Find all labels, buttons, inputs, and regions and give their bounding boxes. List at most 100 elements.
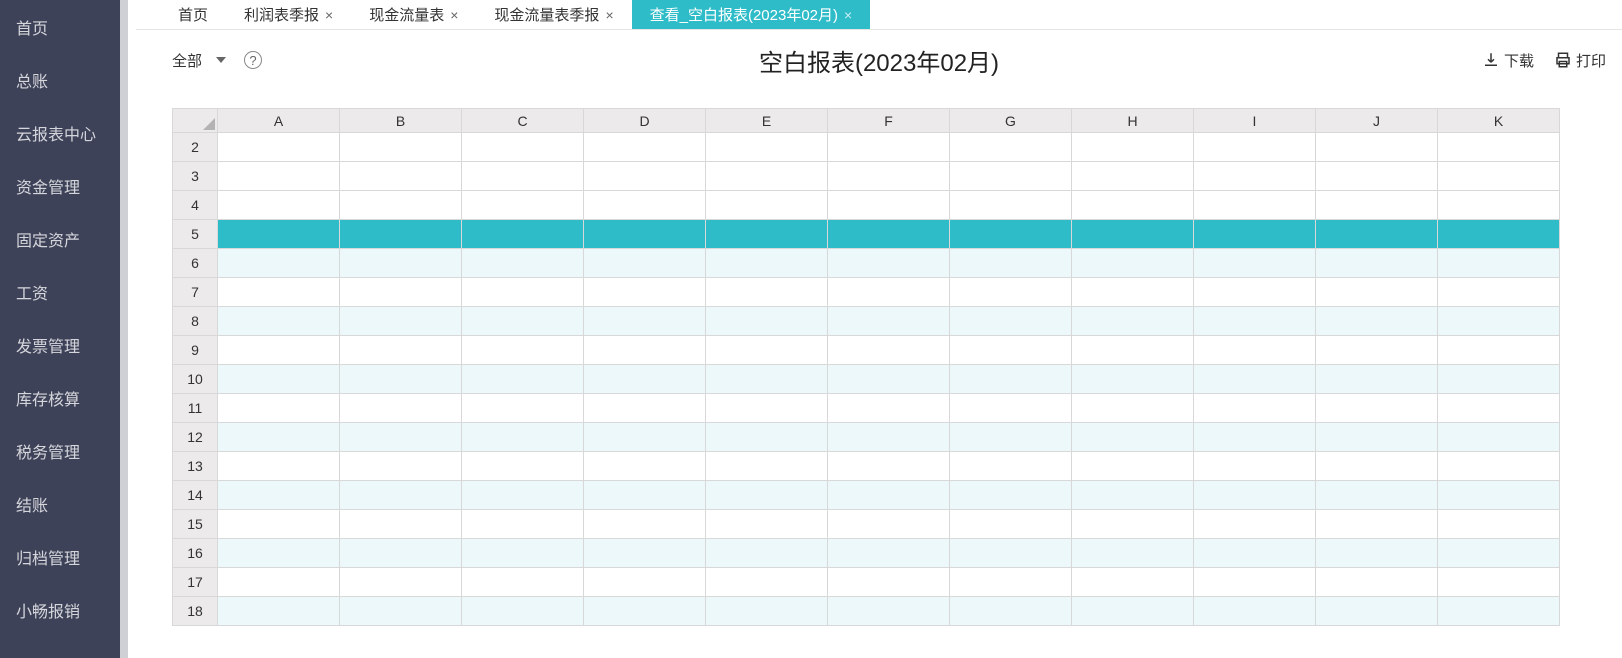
cell-H16[interactable] (1072, 539, 1194, 568)
cell-H17[interactable] (1072, 568, 1194, 597)
cell-G5[interactable] (950, 220, 1072, 249)
cell-D2[interactable] (584, 133, 706, 162)
cell-A9[interactable] (218, 336, 340, 365)
cell-G7[interactable] (950, 278, 1072, 307)
cell-K9[interactable] (1438, 336, 1560, 365)
cell-I14[interactable] (1194, 481, 1316, 510)
sidebar-item-9[interactable]: 结账 (0, 477, 128, 530)
cell-B18[interactable] (340, 597, 462, 626)
cell-J4[interactable] (1316, 191, 1438, 220)
cell-A14[interactable] (218, 481, 340, 510)
cell-F4[interactable] (828, 191, 950, 220)
cell-G4[interactable] (950, 191, 1072, 220)
cell-F10[interactable] (828, 365, 950, 394)
close-icon[interactable]: × (450, 7, 458, 23)
cell-H7[interactable] (1072, 278, 1194, 307)
cell-B4[interactable] (340, 191, 462, 220)
cell-E9[interactable] (706, 336, 828, 365)
cell-B12[interactable] (340, 423, 462, 452)
cell-G9[interactable] (950, 336, 1072, 365)
cell-B14[interactable] (340, 481, 462, 510)
cell-I13[interactable] (1194, 452, 1316, 481)
cell-H9[interactable] (1072, 336, 1194, 365)
cell-C4[interactable] (462, 191, 584, 220)
tab-4[interactable]: 查看_空白报表(2023年02月)× (632, 0, 871, 29)
column-header-B[interactable]: B (340, 109, 462, 133)
cell-K2[interactable] (1438, 133, 1560, 162)
column-header-E[interactable]: E (706, 109, 828, 133)
cell-C6[interactable] (462, 249, 584, 278)
cell-F2[interactable] (828, 133, 950, 162)
cell-D9[interactable] (584, 336, 706, 365)
cell-F18[interactable] (828, 597, 950, 626)
cell-H11[interactable] (1072, 394, 1194, 423)
cell-G13[interactable] (950, 452, 1072, 481)
sidebar-item-5[interactable]: 工资 (0, 265, 128, 318)
cell-G10[interactable] (950, 365, 1072, 394)
cell-G18[interactable] (950, 597, 1072, 626)
cell-K12[interactable] (1438, 423, 1560, 452)
cell-C3[interactable] (462, 162, 584, 191)
row-header-4[interactable]: 4 (173, 191, 218, 220)
cell-I15[interactable] (1194, 510, 1316, 539)
cell-B17[interactable] (340, 568, 462, 597)
cell-I3[interactable] (1194, 162, 1316, 191)
row-header-14[interactable]: 14 (173, 481, 218, 510)
spreadsheet[interactable]: ABCDEFGHIJK 23456789101112131415161718 (172, 108, 1622, 658)
cell-J9[interactable] (1316, 336, 1438, 365)
cell-C16[interactable] (462, 539, 584, 568)
cell-A18[interactable] (218, 597, 340, 626)
cell-C13[interactable] (462, 452, 584, 481)
tab-2[interactable]: 现金流量表× (351, 0, 476, 29)
cell-I12[interactable] (1194, 423, 1316, 452)
cell-B16[interactable] (340, 539, 462, 568)
cell-D3[interactable] (584, 162, 706, 191)
cell-E12[interactable] (706, 423, 828, 452)
column-header-I[interactable]: I (1194, 109, 1316, 133)
row-header-17[interactable]: 17 (173, 568, 218, 597)
row-header-12[interactable]: 12 (173, 423, 218, 452)
cell-J6[interactable] (1316, 249, 1438, 278)
cell-H10[interactable] (1072, 365, 1194, 394)
row-header-6[interactable]: 6 (173, 249, 218, 278)
cell-K15[interactable] (1438, 510, 1560, 539)
cell-E11[interactable] (706, 394, 828, 423)
cell-G16[interactable] (950, 539, 1072, 568)
cell-E17[interactable] (706, 568, 828, 597)
cell-B9[interactable] (340, 336, 462, 365)
row-header-2[interactable]: 2 (173, 133, 218, 162)
tab-1[interactable]: 利润表季报× (226, 0, 351, 29)
cell-C8[interactable] (462, 307, 584, 336)
column-header-H[interactable]: H (1072, 109, 1194, 133)
download-button[interactable]: 下载 (1482, 50, 1534, 71)
cell-C12[interactable] (462, 423, 584, 452)
cell-I16[interactable] (1194, 539, 1316, 568)
cell-D6[interactable] (584, 249, 706, 278)
cell-A4[interactable] (218, 191, 340, 220)
cell-I11[interactable] (1194, 394, 1316, 423)
cell-H5[interactable] (1072, 220, 1194, 249)
cell-D17[interactable] (584, 568, 706, 597)
sidebar-item-2[interactable]: 云报表中心 (0, 106, 128, 159)
cell-C17[interactable] (462, 568, 584, 597)
cell-C14[interactable] (462, 481, 584, 510)
cell-C11[interactable] (462, 394, 584, 423)
cell-A13[interactable] (218, 452, 340, 481)
tab-3[interactable]: 现金流量表季报× (476, 0, 631, 29)
cell-B2[interactable] (340, 133, 462, 162)
cell-K13[interactable] (1438, 452, 1560, 481)
cell-C7[interactable] (462, 278, 584, 307)
cell-E2[interactable] (706, 133, 828, 162)
cell-E14[interactable] (706, 481, 828, 510)
row-header-10[interactable]: 10 (173, 365, 218, 394)
column-header-F[interactable]: F (828, 109, 950, 133)
cell-H18[interactable] (1072, 597, 1194, 626)
cell-A2[interactable] (218, 133, 340, 162)
cell-B7[interactable] (340, 278, 462, 307)
close-icon[interactable]: × (325, 7, 333, 23)
row-header-7[interactable]: 7 (173, 278, 218, 307)
row-header-9[interactable]: 9 (173, 336, 218, 365)
cell-D11[interactable] (584, 394, 706, 423)
cell-J11[interactable] (1316, 394, 1438, 423)
cell-C10[interactable] (462, 365, 584, 394)
